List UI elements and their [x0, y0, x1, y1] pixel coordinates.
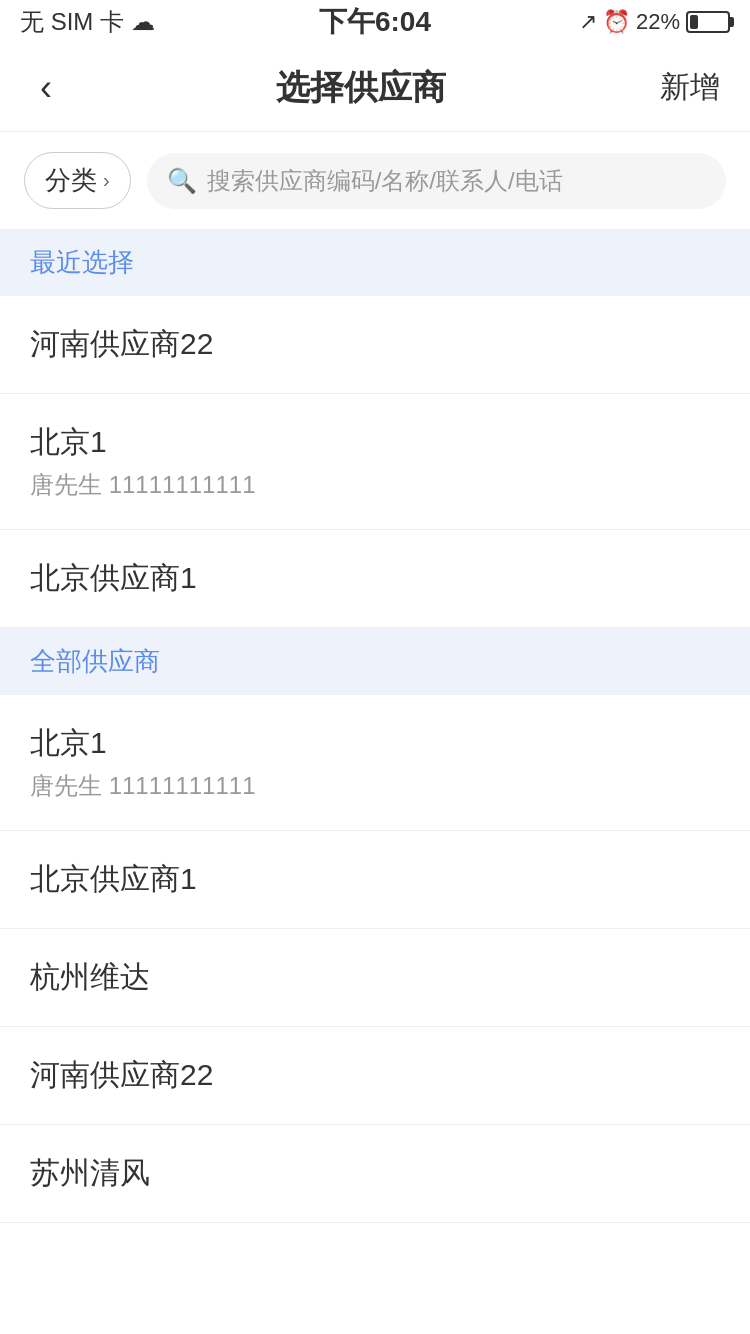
item-sub: 唐先生 11111111111 [30, 469, 720, 501]
item-sub: 唐先生 11111111111 [30, 770, 720, 802]
location-icon: ↗ [579, 9, 597, 35]
search-box[interactable]: 🔍 搜索供应商编码/名称/联系人/电话 [147, 153, 726, 209]
item-name: 苏州清风 [30, 1153, 720, 1194]
item-name: 北京1 [30, 422, 720, 463]
filter-bar: 分类 › 🔍 搜索供应商编码/名称/联系人/电话 [0, 132, 750, 229]
sections-container: 最近选择河南供应商22 北京1 唐先生 11111111111 北京供应商1 全部供应商… [0, 229, 750, 1223]
add-button[interactable]: 新增 [660, 67, 720, 108]
back-button[interactable]: ‹ [30, 57, 62, 119]
item-name: 杭州维达 [30, 957, 720, 998]
status-bar: 无 SIM 卡 ☁ 下午6:04 ↗ ⏰ 22% [0, 0, 750, 44]
battery-icon [686, 11, 730, 33]
list-item[interactable]: 河南供应商22 [0, 296, 750, 394]
status-time: 下午6:04 [319, 3, 431, 41]
list-item[interactable]: 北京供应商1 [0, 831, 750, 929]
chevron-right-icon: › [103, 169, 110, 192]
page-title: 选择供应商 [276, 65, 446, 111]
list-item[interactable]: 河南供应商22 [0, 1027, 750, 1125]
search-placeholder: 搜索供应商编码/名称/联系人/电话 [207, 165, 563, 197]
list-item[interactable]: 北京供应商1 [0, 530, 750, 628]
item-name: 北京供应商1 [30, 558, 720, 599]
alarm-icon: ⏰ [603, 9, 630, 35]
list-item[interactable]: 杭州维达 [0, 929, 750, 1027]
category-filter[interactable]: 分类 › [24, 152, 131, 209]
section-header-all: 全部供应商 [0, 628, 750, 695]
search-icon: 🔍 [167, 167, 197, 195]
item-name: 河南供应商22 [30, 324, 720, 365]
list-item[interactable]: 北京1 唐先生 11111111111 [0, 695, 750, 831]
category-label: 分类 [45, 163, 97, 198]
list-item[interactable]: 苏州清风 [0, 1125, 750, 1223]
battery-pct: 22% [636, 9, 680, 35]
section-header-recent: 最近选择 [0, 229, 750, 296]
nav-bar: ‹ 选择供应商 新增 [0, 44, 750, 132]
status-left: 无 SIM 卡 ☁ [20, 6, 155, 38]
item-name: 河南供应商22 [30, 1055, 720, 1096]
status-right: ↗ ⏰ 22% [579, 9, 730, 35]
item-name: 北京供应商1 [30, 859, 720, 900]
list-item[interactable]: 北京1 唐先生 11111111111 [0, 394, 750, 530]
sim-status: 无 SIM 卡 ☁ [20, 6, 155, 38]
item-name: 北京1 [30, 723, 720, 764]
